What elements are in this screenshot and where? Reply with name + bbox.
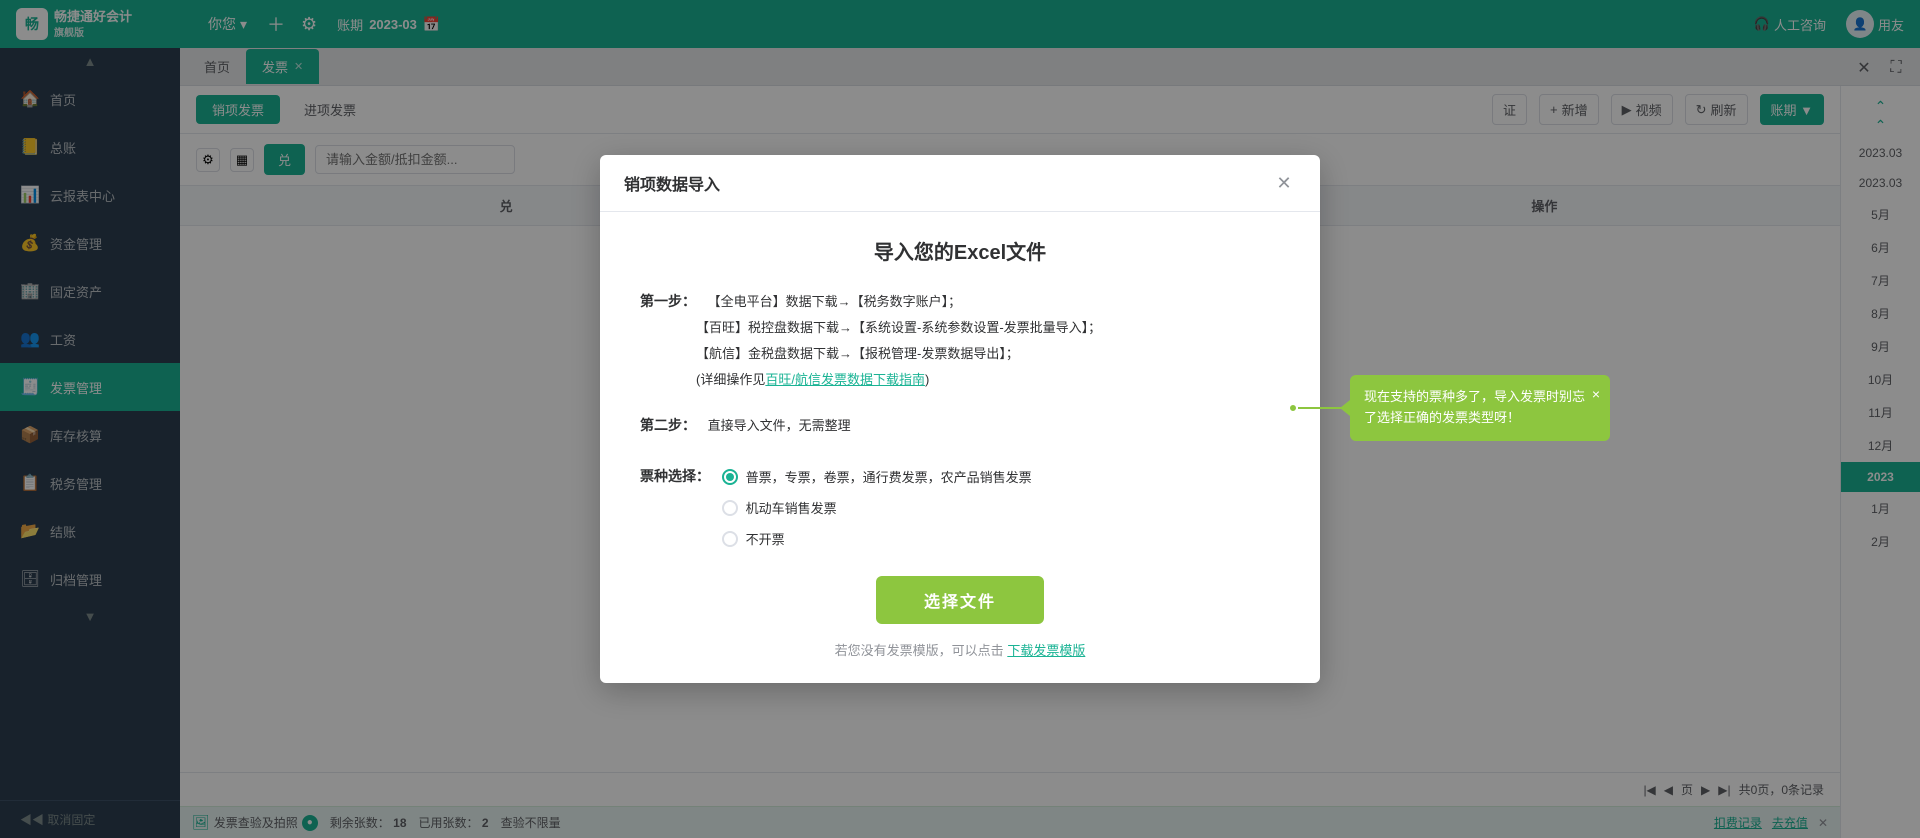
radio-dot-1 xyxy=(726,473,734,481)
ticket-label: 票种选择： xyxy=(640,466,710,486)
modal-main-title: 导入您的Excel文件 xyxy=(640,236,1280,265)
modal-footer: 若您没有发票模版，可以点击 下载发票模版 xyxy=(640,640,1280,659)
tooltip-dot xyxy=(1288,403,1298,413)
tooltip-bubble: × 现在支持的票种多了，导入发票时别忘了选择正确的发票类型呀！ xyxy=(1350,375,1610,441)
step1-link: (详细操作见百旺/航信发票数据下载指南) xyxy=(696,367,1280,393)
modal-body: 导入您的Excel文件 第一步： 【全电平台】数据下载→【税务数字账户】； 【百… xyxy=(600,212,1320,683)
tooltip-container: × 现在支持的票种多了，导入发票时别忘了选择正确的发票类型呀！ xyxy=(1350,375,1610,441)
step2-text: 直接导入文件，无需整理 xyxy=(708,418,851,433)
step1: 第一步： 【全电平台】数据下载→【税务数字账户】； 【百旺】税控盘数据下载→【系… xyxy=(640,289,1280,393)
step1-line3: 【航信】金税盘数据下载→【报税管理-发票数据导出】； xyxy=(696,341,1280,367)
radio-item-3[interactable]: 不开票 xyxy=(722,529,1032,548)
radio-item-1[interactable]: 普票，专票，卷票，通行费发票，农产品销售发票 xyxy=(722,467,1032,486)
radio-label-2: 机动车销售发票 xyxy=(746,498,837,517)
radio-circle-3 xyxy=(722,531,738,547)
step1-label: 第一步： xyxy=(640,291,696,311)
radio-group: 普票，专票，卷票，通行费发票，农产品销售发票 机动车销售发票 不开票 xyxy=(722,467,1032,548)
modal-header: 销项数据导入 ✕ xyxy=(600,155,1320,212)
modal-close-btn[interactable]: ✕ xyxy=(1272,171,1296,195)
step1-line2: 【百旺】税控盘数据下载→【系统设置-系统参数设置-发票批量导入】； xyxy=(696,315,1280,341)
ticket-selection: 票种选择： 普票，专票，卷票，通行费发票，农产品销售发票 机动车销售发票 xyxy=(640,459,1280,548)
radio-item-2[interactable]: 机动车销售发票 xyxy=(722,498,1032,517)
radio-label-3: 不开票 xyxy=(746,529,785,548)
step1-line1: 【全电平台】数据下载→【税务数字账户】； xyxy=(708,294,962,309)
radio-circle-2 xyxy=(722,500,738,516)
modal-title: 销项数据导入 xyxy=(624,171,720,195)
radio-circle-1 xyxy=(722,469,738,485)
download-template-link[interactable]: 下载发票模版 xyxy=(1007,643,1085,658)
guide-link[interactable]: 百旺/航信发票数据下载指南 xyxy=(765,372,925,387)
select-file-btn[interactable]: 选择文件 xyxy=(876,576,1044,624)
tooltip-close-btn[interactable]: × xyxy=(1592,383,1600,405)
tooltip-text: 现在支持的票种多了，导入发票时别忘了选择正确的发票类型呀！ xyxy=(1364,389,1585,425)
tooltip-arrow xyxy=(1340,400,1350,416)
step2-label: 第二步： xyxy=(640,415,696,435)
import-modal: 销项数据导入 ✕ 导入您的Excel文件 第一步： 【全电平台】数据下载→【税务… xyxy=(600,155,1320,683)
step1-indent: 【百旺】税控盘数据下载→【系统设置-系统参数设置-发票批量导入】； 【航信】金税… xyxy=(640,315,1280,393)
step2: 第二步： 直接导入文件，无需整理 xyxy=(640,413,1280,439)
modal-overlay: 销项数据导入 ✕ 导入您的Excel文件 第一步： 【全电平台】数据下载→【税务… xyxy=(0,0,1920,838)
radio-label-1: 普票，专票，卷票，通行费发票，农产品销售发票 xyxy=(746,467,1032,486)
